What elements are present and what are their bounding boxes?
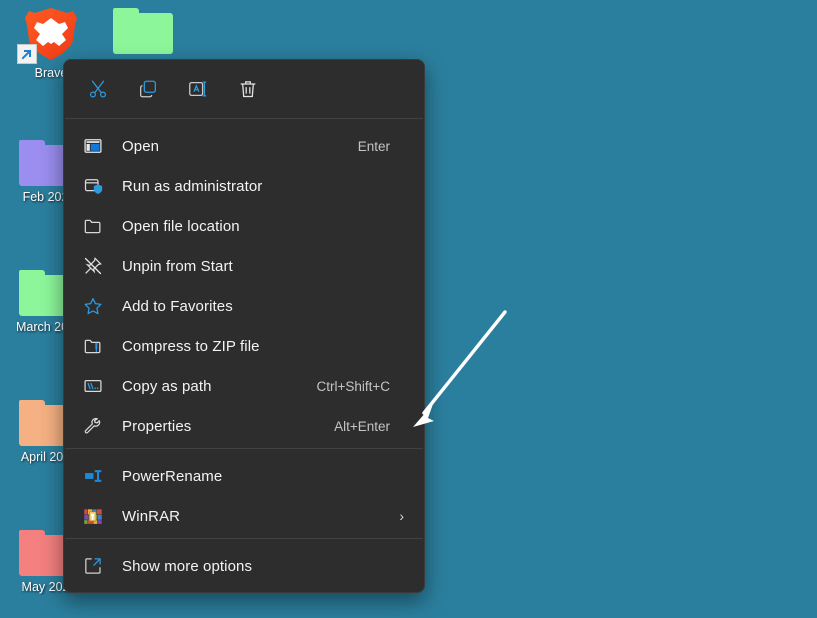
shield-admin-icon (82, 175, 104, 197)
menu-item-accelerator: Enter (357, 138, 390, 154)
folder-outline-icon (82, 215, 104, 237)
menu-item-open-file-location[interactable]: Open file location (64, 206, 424, 246)
menu-item-winrar[interactable]: WinRAR › (64, 496, 424, 536)
rename-button[interactable] (182, 73, 214, 105)
menu-item-run-as-administrator[interactable]: Run as administrator (64, 166, 424, 206)
copy-path-icon (82, 375, 104, 397)
menu-item-copy-as-path[interactable]: Copy as path Ctrl+Shift+C (64, 366, 424, 406)
show-more-options-icon (82, 555, 104, 577)
menu-item-label: Run as administrator (122, 177, 263, 195)
delete-button[interactable] (232, 73, 264, 105)
menu-item-label: WinRAR (122, 507, 181, 525)
menu-item-label: Unpin from Start (122, 257, 233, 275)
menu-item-label: Open (122, 137, 160, 155)
menu-item-open[interactable]: Open Enter (64, 126, 424, 166)
star-icon (82, 295, 104, 317)
menu-item-label: Copy as path (122, 377, 212, 395)
zip-icon (82, 335, 104, 357)
powerrename-icon (82, 465, 104, 487)
unpin-icon (82, 255, 104, 277)
chevron-right-icon: › (399, 508, 404, 524)
menu-item-label: Add to Favorites (122, 297, 233, 315)
menu-item-label: Properties (122, 417, 192, 435)
menu-item-add-to-favorites[interactable]: Add to Favorites (64, 286, 424, 326)
menu-item-label: Compress to ZIP file (122, 337, 260, 355)
menu-item-accelerator: Ctrl+Shift+C (316, 378, 390, 394)
menu-item-properties[interactable]: Properties Alt+Enter (64, 406, 424, 446)
context-menu-group-apps: PowerRename WinRAR › (64, 449, 424, 538)
context-menu-command-bar (64, 60, 424, 118)
folder-icon (113, 8, 173, 54)
shortcut-overlay-icon (17, 44, 37, 64)
menu-item-label: PowerRename (122, 467, 223, 485)
brave-lion-icon (17, 6, 81, 64)
winrar-icon (82, 505, 104, 527)
menu-item-compress-to-zip-file[interactable]: Compress to ZIP file (64, 326, 424, 366)
open-window-icon (82, 135, 104, 157)
desktop: Brave Feb 2023 March 2023 April 2023 May… (0, 0, 817, 618)
context-menu[interactable]: Open Enter Run as administrator Open fil… (63, 59, 425, 593)
menu-item-label: Show more options (122, 557, 253, 575)
desktop-icon-folder-top[interactable] (100, 8, 186, 58)
cut-button[interactable] (82, 73, 114, 105)
menu-item-show-more-options[interactable]: Show more options (64, 546, 424, 586)
context-menu-group-primary: Open Enter Run as administrator Open fil… (64, 119, 424, 448)
copy-button[interactable] (132, 73, 164, 105)
menu-item-unpin-from-start[interactable]: Unpin from Start (64, 246, 424, 286)
menu-item-powerrename[interactable]: PowerRename (64, 456, 424, 496)
wrench-icon (82, 415, 104, 437)
menu-item-accelerator: Alt+Enter (334, 418, 390, 434)
menu-item-label: Open file location (122, 217, 240, 235)
context-menu-group-more: Show more options (64, 539, 424, 586)
